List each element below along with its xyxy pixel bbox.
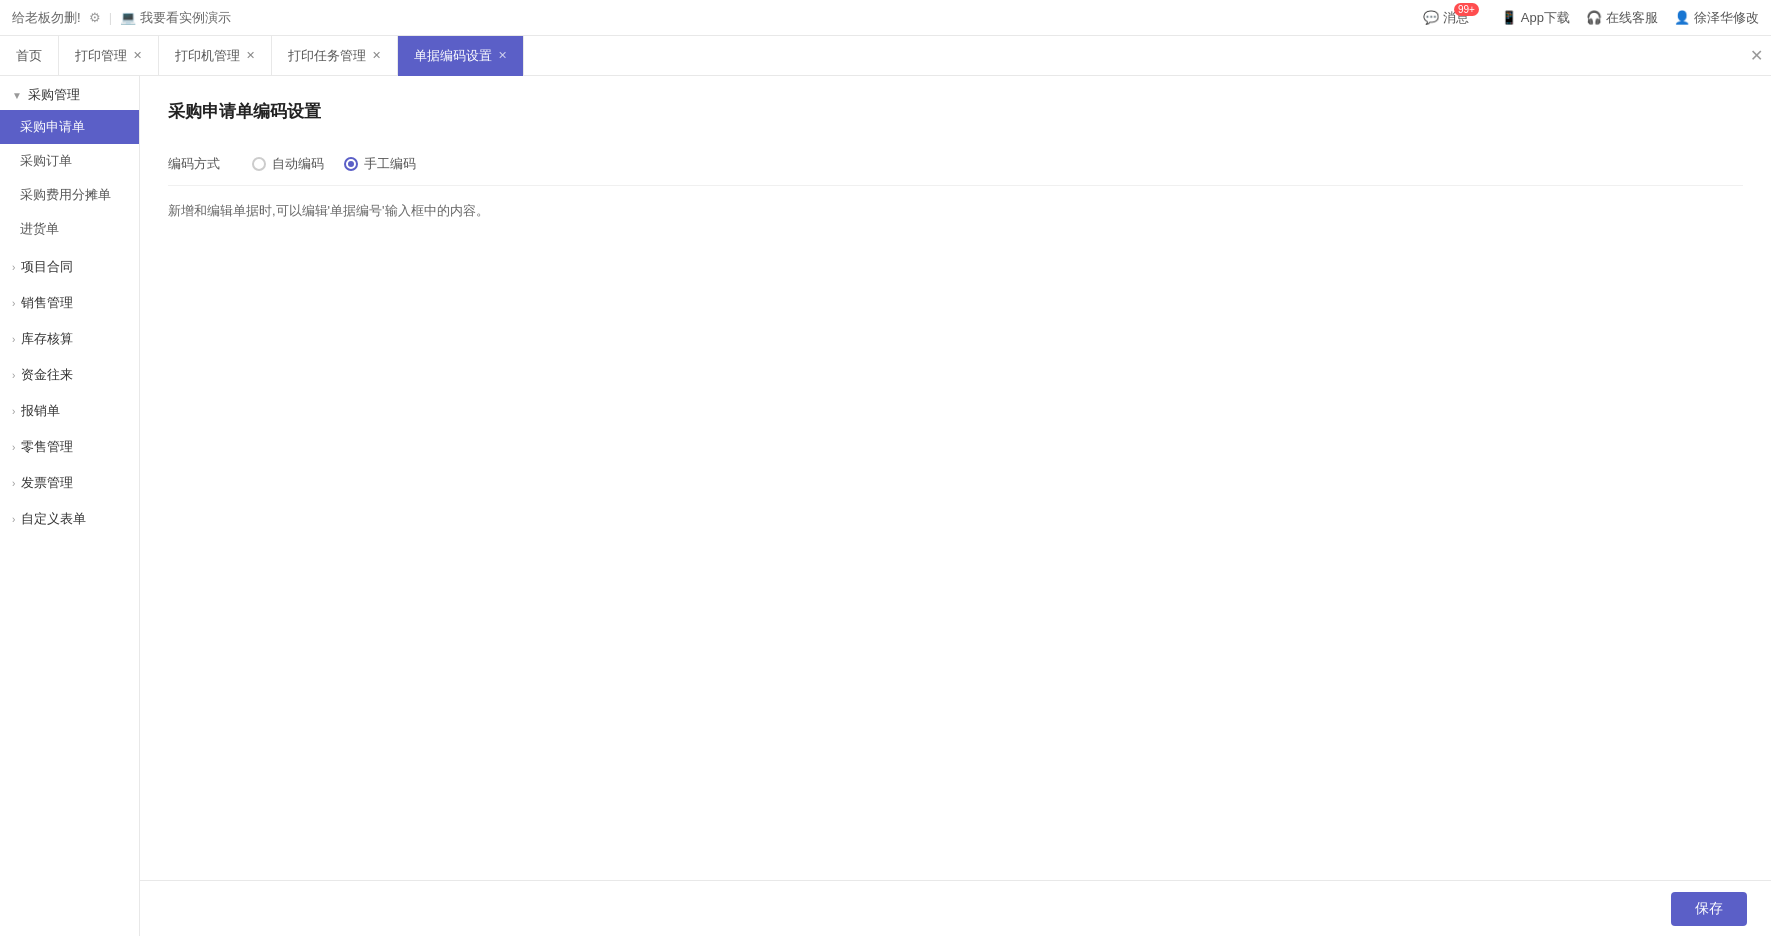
content-area: 采购申请单编码设置 编码方式 自动编码 手工编码 新增和编辑单据时,可以编辑'单… bbox=[140, 76, 1771, 936]
service-icon: 🎧 bbox=[1586, 10, 1602, 25]
encoding-label: 编码方式 bbox=[168, 155, 228, 173]
auto-code-label: 自动编码 bbox=[272, 155, 324, 173]
message-badge: 99+ bbox=[1454, 3, 1479, 16]
sidebar: ▼ 采购管理 采购申请单 采购订单 采购费用分摊单 进货单 › 项目合同 bbox=[0, 76, 140, 936]
app-icon: 📱 bbox=[1501, 10, 1517, 25]
radio-group: 自动编码 手工编码 bbox=[252, 155, 416, 173]
top-bar: 给老板勿删! ⚙ | 💻 我要看实例演示 💬 消息 99+ 📱 App下载 🎧 … bbox=[0, 0, 1771, 36]
sidebar-item-purchase-order[interactable]: 采购订单 bbox=[0, 144, 139, 178]
tab-bar: 首页 打印管理 ✕ 打印机管理 ✕ 打印任务管理 ✕ 单据编码设置 ✕ ✕ bbox=[0, 36, 1771, 76]
tab-voucher-code-settings-close[interactable]: ✕ bbox=[498, 49, 507, 62]
main-layout: ▼ 采购管理 采购申请单 采购订单 采购费用分摊单 进货单 › 项目合同 bbox=[0, 76, 1771, 936]
top-bar-left: 给老板勿删! ⚙ | 💻 我要看实例演示 bbox=[12, 9, 231, 27]
sidebar-group-project-label: 项目合同 bbox=[21, 258, 73, 276]
sidebar-group-retail-label: 零售管理 bbox=[21, 438, 73, 456]
message-button[interactable]: 💬 消息 99+ bbox=[1423, 9, 1469, 27]
save-button[interactable]: 保存 bbox=[1671, 892, 1747, 926]
sidebar-group-expense: › 报销单 bbox=[0, 392, 139, 426]
tab-print-management[interactable]: 打印管理 ✕ bbox=[59, 36, 159, 76]
page-title: 采购申请单编码设置 bbox=[168, 100, 1743, 123]
sidebar-item-purchase-expense[interactable]: 采购费用分摊单 bbox=[0, 178, 139, 212]
sidebar-group-procurement-title[interactable]: ▼ 采购管理 bbox=[0, 76, 139, 110]
sidebar-group-capital: › 资金往来 bbox=[0, 356, 139, 390]
user-menu[interactable]: 👤 徐泽华修改 bbox=[1674, 9, 1759, 27]
tab-printer-management[interactable]: 打印机管理 ✕ bbox=[159, 36, 272, 76]
sidebar-group-sales-title[interactable]: › 销售管理 bbox=[0, 284, 139, 318]
manual-code-label: 手工编码 bbox=[364, 155, 416, 173]
sidebar-group-inventory-label: 库存核算 bbox=[21, 330, 73, 348]
settings-icon[interactable]: ⚙ bbox=[89, 10, 101, 25]
tab-print-job-management-close[interactable]: ✕ bbox=[372, 49, 381, 62]
demo-icon: 💻 bbox=[120, 10, 136, 25]
expand-arrow-sales: › bbox=[12, 298, 15, 309]
tab-print-management-close[interactable]: ✕ bbox=[133, 49, 142, 62]
close-all-icon[interactable]: ✕ bbox=[1750, 46, 1763, 65]
tab-print-management-label: 打印管理 bbox=[75, 47, 127, 65]
collapse-arrow-procurement: ▼ bbox=[12, 90, 22, 101]
demo-text: 我要看实例演示 bbox=[140, 9, 231, 27]
expand-arrow-invoice: › bbox=[12, 478, 15, 489]
sidebar-group-project-title[interactable]: › 项目合同 bbox=[0, 248, 139, 282]
hint-text: 新增和编辑单据时,可以编辑'单据编号'输入框中的内容。 bbox=[168, 202, 1743, 220]
sidebar-group-retail: › 零售管理 bbox=[0, 428, 139, 462]
sidebar-group-custom-form-label: 自定义表单 bbox=[21, 510, 86, 528]
sidebar-group-expense-label: 报销单 bbox=[21, 402, 60, 420]
radio-manual-code[interactable]: 手工编码 bbox=[344, 155, 416, 173]
radio-auto-code[interactable]: 自动编码 bbox=[252, 155, 324, 173]
sidebar-group-inventory-title[interactable]: › 库存核算 bbox=[0, 320, 139, 354]
tab-voucher-code-settings-label: 单据编码设置 bbox=[414, 47, 492, 65]
user-icon: 👤 bbox=[1674, 10, 1690, 25]
content-main: 采购申请单编码设置 编码方式 自动编码 手工编码 新增和编辑单据时,可以编辑'单… bbox=[140, 76, 1771, 880]
expand-arrow-inventory: › bbox=[12, 334, 15, 345]
online-service-button[interactable]: 🎧 在线客服 bbox=[1586, 9, 1658, 27]
app-download-button[interactable]: 📱 App下载 bbox=[1501, 9, 1570, 27]
bottom-bar: 保存 bbox=[140, 880, 1771, 936]
tab-print-job-management[interactable]: 打印任务管理 ✕ bbox=[272, 36, 398, 76]
encoding-row: 编码方式 自动编码 手工编码 bbox=[168, 143, 1743, 186]
tab-voucher-code-settings[interactable]: 单据编码设置 ✕ bbox=[398, 36, 524, 76]
sidebar-group-sales: › 销售管理 bbox=[0, 284, 139, 318]
username: 徐泽华修改 bbox=[1694, 9, 1759, 27]
sidebar-group-invoice: › 发票管理 bbox=[0, 464, 139, 498]
tab-printer-management-close[interactable]: ✕ bbox=[246, 49, 255, 62]
sidebar-group-expense-title[interactable]: › 报销单 bbox=[0, 392, 139, 426]
sidebar-group-inventory: › 库存核算 bbox=[0, 320, 139, 354]
tab-printer-management-label: 打印机管理 bbox=[175, 47, 240, 65]
sidebar-group-capital-title[interactable]: › 资金往来 bbox=[0, 356, 139, 390]
message-icon: 💬 bbox=[1423, 10, 1439, 25]
sidebar-group-custom-form: › 自定义表单 bbox=[0, 500, 139, 534]
tab-bar-right: ✕ bbox=[524, 46, 1771, 65]
sidebar-group-procurement-label: 采购管理 bbox=[28, 86, 80, 104]
radio-manual-code-circle bbox=[344, 157, 358, 171]
sidebar-group-retail-title[interactable]: › 零售管理 bbox=[0, 428, 139, 462]
sidebar-item-stock-in[interactable]: 进货单 bbox=[0, 212, 139, 246]
online-service-label: 在线客服 bbox=[1606, 9, 1658, 27]
brand-text: 给老板勿删! bbox=[12, 9, 81, 27]
sidebar-group-capital-label: 资金往来 bbox=[21, 366, 73, 384]
expand-arrow-retail: › bbox=[12, 442, 15, 453]
sidebar-item-purchase-request[interactable]: 采购申请单 bbox=[0, 110, 139, 144]
sidebar-group-invoice-label: 发票管理 bbox=[21, 474, 73, 492]
demo-area[interactable]: 💻 我要看实例演示 bbox=[120, 9, 231, 27]
app-download-label: App下载 bbox=[1521, 9, 1570, 27]
sidebar-group-invoice-title[interactable]: › 发票管理 bbox=[0, 464, 139, 498]
tab-print-job-management-label: 打印任务管理 bbox=[288, 47, 366, 65]
tab-home-label: 首页 bbox=[16, 47, 42, 65]
expand-arrow-project: › bbox=[12, 262, 15, 273]
expand-arrow-expense: › bbox=[12, 406, 15, 417]
tab-home[interactable]: 首页 bbox=[0, 36, 59, 76]
sidebar-group-project: › 项目合同 bbox=[0, 248, 139, 282]
top-bar-right: 💬 消息 99+ 📱 App下载 🎧 在线客服 👤 徐泽华修改 bbox=[1423, 9, 1759, 27]
expand-arrow-custom-form: › bbox=[12, 514, 15, 525]
radio-auto-code-circle bbox=[252, 157, 266, 171]
sidebar-group-custom-form-title[interactable]: › 自定义表单 bbox=[0, 500, 139, 534]
expand-arrow-capital: › bbox=[12, 370, 15, 381]
sidebar-group-sales-label: 销售管理 bbox=[21, 294, 73, 312]
sidebar-group-procurement: ▼ 采购管理 采购申请单 采购订单 采购费用分摊单 进货单 bbox=[0, 76, 139, 246]
